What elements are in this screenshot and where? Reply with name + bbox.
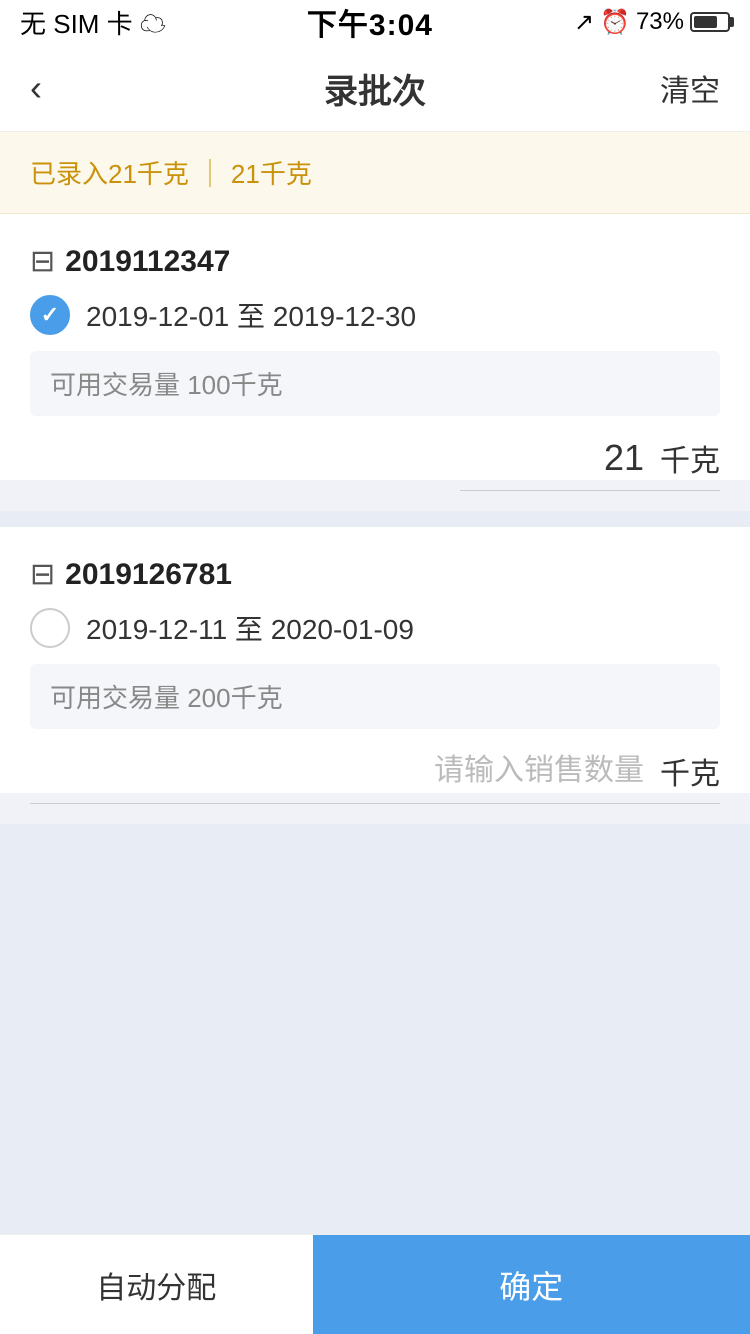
status-time: 下午3:04 (307, 0, 433, 44)
bottom-bar: 自动分配 确定 (0, 1234, 750, 1334)
batch1-underline (460, 490, 720, 491)
info-divider (209, 159, 211, 187)
nav-bar: ‹ 录批次 清空 (0, 44, 750, 132)
confirm-label: 确定 (499, 1262, 563, 1308)
batch2-quantity-input[interactable] (244, 754, 644, 788)
batch1-quantity-row: 21 千克 (0, 416, 750, 480)
batch-item-1: ⊟ 2019112347 2019-12-01 至 2019-12-30 可用交… (0, 214, 750, 416)
sim-text: 无 SIM 卡 ☁ (20, 4, 166, 41)
status-bar: 无 SIM 卡 ☁ 下午3:04 ↗ ⏰ 73% (0, 0, 750, 44)
batch2-id: 2019126781 (65, 558, 232, 592)
batch1-avail: 可用交易量 100千克 (30, 351, 720, 416)
batch2-input-row: 千克 (0, 729, 750, 793)
auto-distribute-button[interactable]: 自动分配 (0, 1235, 313, 1334)
batch2-underline (30, 803, 720, 804)
batch2-date: 2019-12-11 至 2020-01-09 (86, 608, 414, 648)
total-label: 21千克 (231, 154, 312, 191)
batch2-avail: 可用交易量 200千克 (30, 664, 720, 729)
status-right: ↗ ⏰ 73% (574, 8, 730, 37)
batch1-header: ⊟ 2019112347 (30, 244, 720, 279)
batch2-date-row: 2019-12-11 至 2020-01-09 (30, 608, 720, 648)
clear-button[interactable]: 清空 (660, 66, 720, 110)
batch2-icon: ⊟ (30, 557, 55, 592)
batch1-quantity-value: 21 (604, 437, 644, 479)
batch2-header: ⊟ 2019126781 (30, 557, 720, 592)
batch1-id: 2019112347 (65, 245, 230, 279)
alarm-icon: ⏰ (600, 8, 630, 37)
batch1-quantity-unit: 千克 (660, 436, 720, 480)
content-area: ⊟ 2019112347 2019-12-01 至 2019-12-30 可用交… (0, 214, 750, 1316)
recorded-label: 已录入21千克 (30, 154, 189, 191)
info-banner: 已录入21千克 21千克 (0, 132, 750, 214)
confirm-button[interactable]: 确定 (313, 1235, 750, 1334)
batch1-icon: ⊟ (30, 244, 55, 279)
batch2-radio[interactable] (30, 608, 70, 648)
batch1-date-row: 2019-12-01 至 2019-12-30 (30, 295, 720, 335)
battery-percent: 73% (636, 8, 684, 36)
section-separator (0, 511, 750, 527)
batch1-radio[interactable] (30, 295, 70, 335)
location-icon: ↗ (574, 8, 594, 37)
status-left: 无 SIM 卡 ☁ (20, 4, 166, 41)
batch1-date: 2019-12-01 至 2019-12-30 (86, 295, 416, 335)
battery-icon (690, 12, 730, 32)
batch2-input-unit: 千克 (660, 749, 720, 793)
auto-distribute-label: 自动分配 (96, 1263, 216, 1307)
back-button[interactable]: ‹ (20, 57, 52, 119)
batch-item-2: ⊟ 2019126781 2019-12-11 至 2020-01-09 可用交… (0, 527, 750, 729)
page-title: 录批次 (324, 44, 426, 132)
